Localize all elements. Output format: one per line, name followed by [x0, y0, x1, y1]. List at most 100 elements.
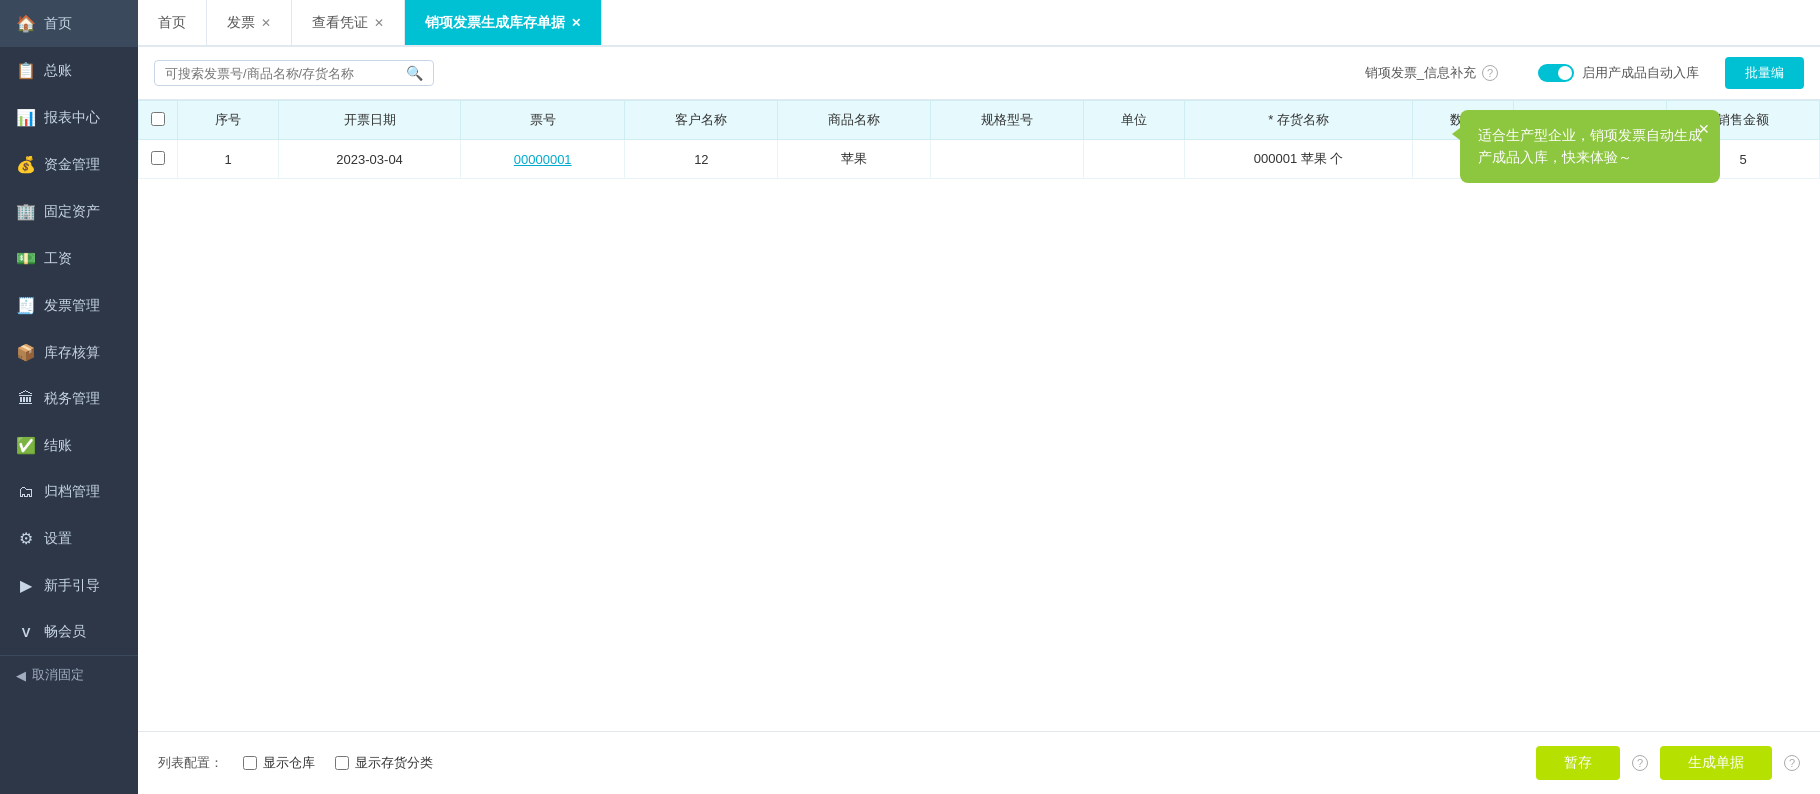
footer-buttons: 暂存 ? 生成单据 ?	[1536, 746, 1800, 780]
tab-voucher-close[interactable]: ✕	[374, 16, 384, 30]
sidebar-item-payroll[interactable]: 💵 工资	[0, 235, 138, 282]
inventory-icon: 📦	[16, 343, 36, 362]
guide-icon: ▶	[16, 576, 36, 595]
toggle-label: 启用产成品自动入库	[1582, 64, 1699, 82]
sidebar-item-fixed-assets[interactable]: 🏢 固定资产	[0, 188, 138, 235]
row-checkbox-0[interactable]	[151, 151, 165, 165]
member-icon: V	[16, 625, 36, 640]
tab-generate-inventory-close[interactable]: ✕	[571, 16, 581, 30]
sidebar-item-invoice-management[interactable]: 🧾 发票管理	[0, 282, 138, 329]
sidebar-item-guide[interactable]: ▶ 新手引导	[0, 562, 138, 609]
ledger-icon: 📋	[16, 61, 36, 80]
tooltip-close-button[interactable]: ✕	[1698, 118, 1710, 140]
sidebar-item-settings[interactable]: ⚙ 设置	[0, 515, 138, 562]
generate-button[interactable]: 生成单据	[1660, 746, 1772, 780]
sidebar-label-reports: 报表中心	[44, 109, 100, 127]
row-inventory: 000001 苹果 个	[1185, 140, 1413, 179]
sidebar-label-general-ledger: 总账	[44, 62, 72, 80]
invoice-icon: 🧾	[16, 296, 36, 315]
row-ticket-no[interactable]: 00000001	[460, 140, 624, 179]
footer: 列表配置： 显示仓库 显示存货分类 暂存 ? 生成单据 ?	[138, 731, 1820, 794]
sidebar-label-archive: 归档管理	[44, 483, 100, 501]
sidebar-label-settings: 设置	[44, 530, 72, 548]
tab-invoice[interactable]: 发票 ✕	[207, 0, 292, 45]
header-date: 开票日期	[279, 101, 461, 140]
tab-invoice-label: 发票	[227, 14, 255, 32]
row-spec	[931, 140, 1084, 179]
tab-home[interactable]: 首页	[138, 0, 207, 45]
tab-invoice-close[interactable]: ✕	[261, 16, 271, 30]
sidebar-label-guide: 新手引导	[44, 577, 100, 595]
payroll-icon: 💵	[16, 249, 36, 268]
header-customer: 客户名称	[625, 101, 778, 140]
toolbar-info: 销项发票_信息补充 ?	[1365, 64, 1498, 82]
sidebar-cancel-label: 取消固定	[32, 666, 84, 684]
sidebar-label-home: 首页	[44, 15, 72, 33]
sidebar-item-fund-management[interactable]: 💰 资金管理	[0, 141, 138, 188]
tab-generate-inventory-label: 销项发票生成库存单据	[425, 14, 565, 32]
batch-button[interactable]: 批量编	[1725, 57, 1804, 89]
tooltip-popup: ✕ 适合生产型企业，销项发票自动生成产成品入库，快来体验～	[1460, 110, 1720, 183]
fund-icon: 💰	[16, 155, 36, 174]
row-customer: 12	[625, 140, 778, 179]
table-wrapper: 序号 开票日期 票号 客户名称 商品名称 规格型号 单位 * 存货名称 数量 销…	[138, 100, 1820, 731]
sidebar-item-closing[interactable]: ✅ 结账	[0, 422, 138, 469]
home-icon: 🏠	[16, 14, 36, 33]
show-category-checkbox[interactable]	[335, 756, 349, 770]
select-all-checkbox[interactable]	[151, 112, 165, 126]
cancel-fixed-icon: ◀	[16, 668, 26, 683]
header-spec: 规格型号	[931, 101, 1084, 140]
tax-icon: 🏛	[16, 390, 36, 408]
sidebar-item-archive[interactable]: 🗂 归档管理	[0, 469, 138, 515]
generate-info-icon[interactable]: ?	[1784, 755, 1800, 771]
show-warehouse-label: 显示仓库	[263, 754, 315, 772]
tab-bar: 首页 发票 ✕ 查看凭证 ✕ 销项发票生成库存单据 ✕	[138, 0, 1820, 47]
sidebar-item-reports[interactable]: 📊 报表中心	[0, 94, 138, 141]
show-category-label: 显示存货分类	[355, 754, 433, 772]
info-icon[interactable]: ?	[1482, 65, 1498, 81]
header-checkbox-cell[interactable]	[139, 101, 178, 140]
tab-generate-inventory[interactable]: 销项发票生成库存单据 ✕	[405, 0, 602, 45]
show-warehouse-checkbox[interactable]	[243, 756, 257, 770]
sidebar-item-inventory[interactable]: 📦 库存核算	[0, 329, 138, 376]
row-product-name: 苹果	[778, 140, 931, 179]
list-config-label: 列表配置：	[158, 754, 223, 772]
closing-icon: ✅	[16, 436, 36, 455]
sidebar-cancel-fixed[interactable]: ◀ 取消固定	[0, 655, 138, 694]
sidebar-label-payroll: 工资	[44, 250, 72, 268]
header-product-name: 商品名称	[778, 101, 931, 140]
tab-home-label: 首页	[158, 14, 186, 32]
save-info-icon[interactable]: ?	[1632, 755, 1648, 771]
tab-voucher-label: 查看凭证	[312, 14, 368, 32]
header-ticket-no: 票号	[460, 101, 624, 140]
row-date: 2023-03-04	[279, 140, 461, 179]
search-input[interactable]	[165, 66, 406, 81]
toolbar: 🔍 销项发票_信息补充 ? 启用产成品自动入库 批量编	[138, 47, 1820, 100]
sidebar-item-home[interactable]: 🏠 首页	[0, 0, 138, 47]
tooltip-text: 适合生产型企业，销项发票自动生成产成品入库，快来体验～	[1478, 127, 1702, 165]
sidebar-label-member: 畅会员	[44, 623, 86, 641]
archive-icon: 🗂	[16, 483, 36, 501]
sidebar-label-invoice: 发票管理	[44, 297, 100, 315]
row-unit	[1084, 140, 1185, 179]
header-unit: 单位	[1084, 101, 1185, 140]
toggle-container: 启用产成品自动入库	[1538, 64, 1699, 82]
search-icon: 🔍	[406, 65, 423, 81]
sidebar-item-tax-management[interactable]: 🏛 税务管理	[0, 376, 138, 422]
sidebar-label-inventory: 库存核算	[44, 344, 100, 362]
show-warehouse-group: 显示仓库	[243, 754, 315, 772]
save-button[interactable]: 暂存	[1536, 746, 1620, 780]
info-label: 销项发票_信息补充	[1365, 64, 1476, 82]
search-box[interactable]: 🔍	[154, 60, 434, 86]
tab-voucher[interactable]: 查看凭证 ✕	[292, 0, 405, 45]
row-checkbox-cell[interactable]	[139, 140, 178, 179]
row-seq: 1	[178, 140, 279, 179]
sidebar-item-general-ledger[interactable]: 📋 总账	[0, 47, 138, 94]
report-icon: 📊	[16, 108, 36, 127]
auto-warehouse-toggle[interactable]	[1538, 64, 1574, 82]
show-category-group: 显示存货分类	[335, 754, 433, 772]
sidebar-item-member[interactable]: V 畅会员	[0, 609, 138, 655]
header-inventory-name: * 存货名称	[1185, 101, 1413, 140]
sidebar-label-closing: 结账	[44, 437, 72, 455]
sidebar: 🏠 首页 📋 总账 📊 报表中心 💰 资金管理 🏢 固定资产 💵 工资 🧾 发票…	[0, 0, 138, 794]
